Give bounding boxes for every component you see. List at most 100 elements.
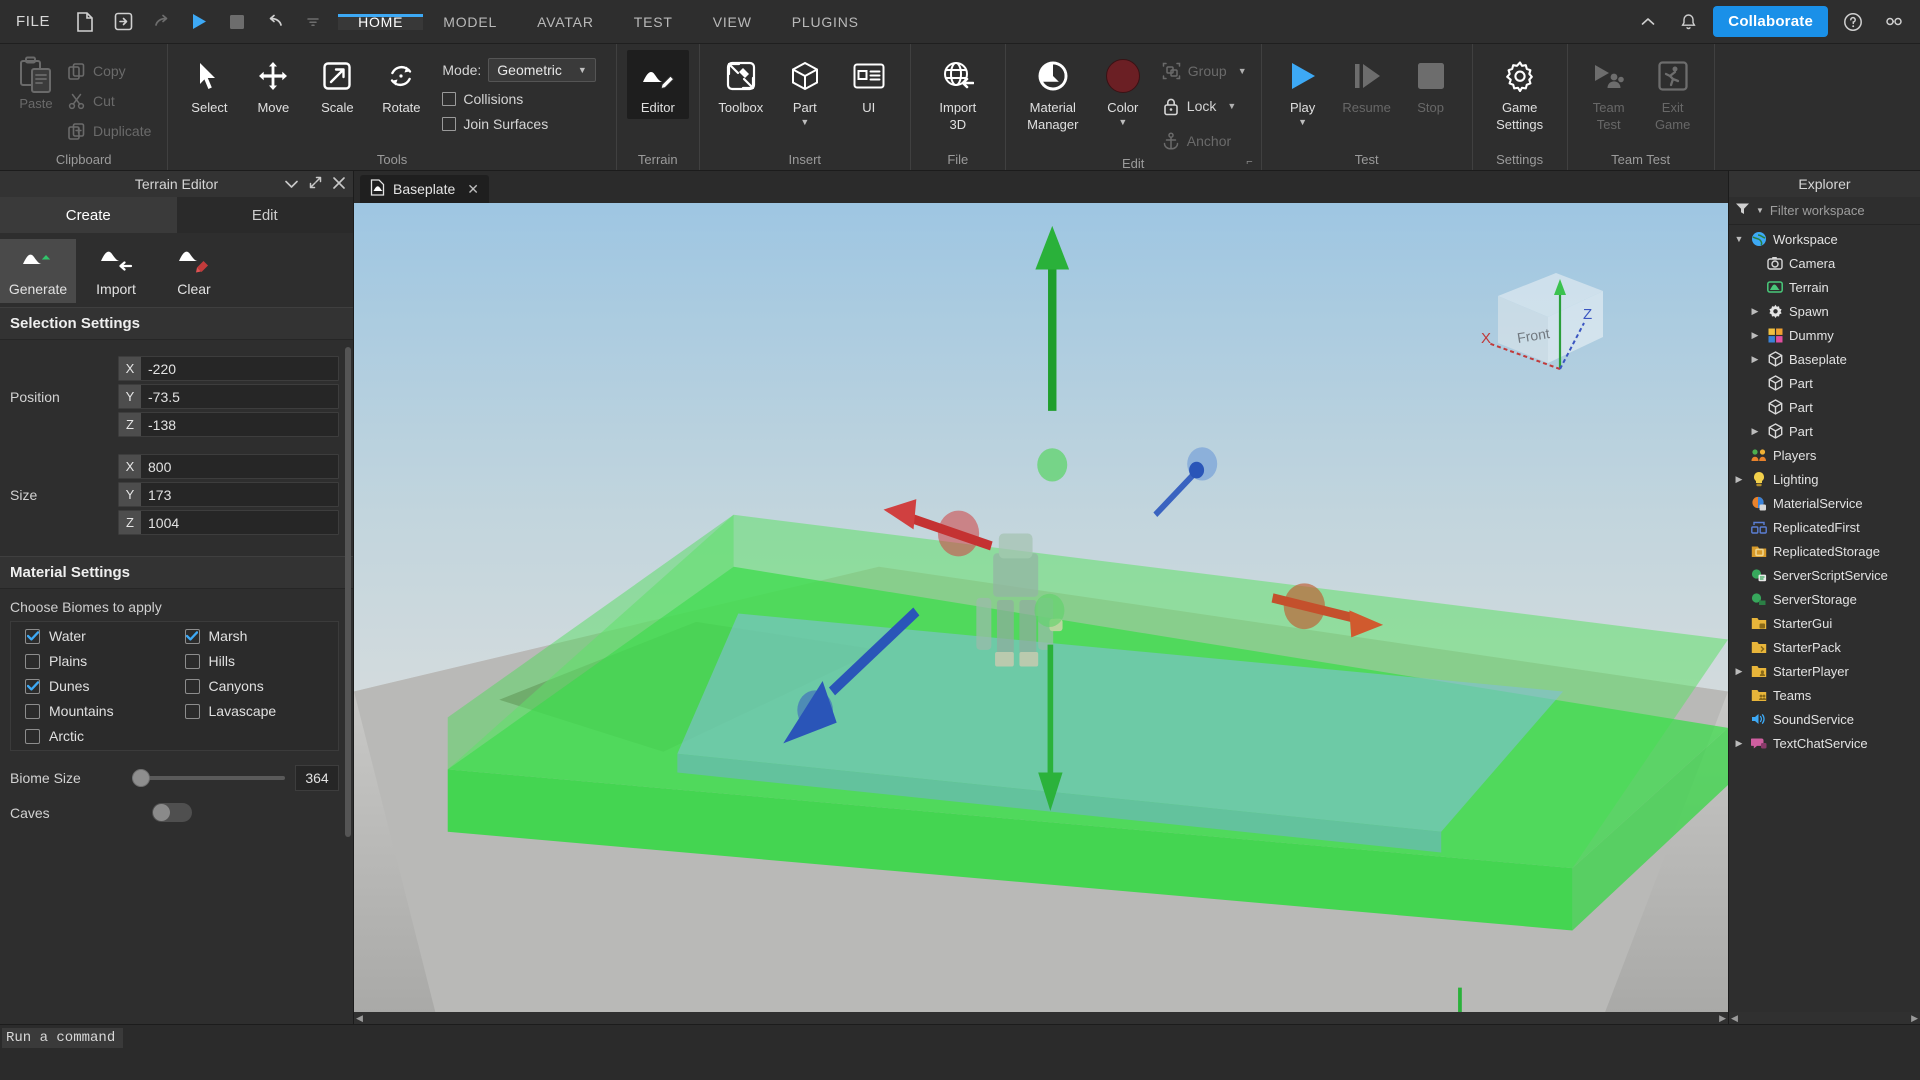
paste-button[interactable]: Paste: [10, 50, 62, 146]
biome-checkbox-plains[interactable]: [25, 653, 40, 669]
generate-button[interactable]: Generate: [0, 239, 76, 303]
ribbon-tab-model[interactable]: MODEL: [423, 14, 517, 30]
join-surfaces-checkbox[interactable]: [442, 117, 457, 131]
filter-icon[interactable]: [1735, 202, 1750, 220]
explorer-horizontal-scrollbar[interactable]: ◀ ▶: [1729, 1012, 1920, 1024]
biome-checkbox-dunes[interactable]: [25, 678, 40, 694]
anchor-button[interactable]: Anchor: [1162, 128, 1247, 154]
explorer-tree-item[interactable]: ▶ Part: [1729, 419, 1920, 443]
game-settings-button[interactable]: Game Settings: [1483, 50, 1557, 136]
chevron-right-icon[interactable]: ▶: [1749, 354, 1761, 365]
chevron-down-icon[interactable]: ▼: [1733, 234, 1745, 244]
terrain-editor-button[interactable]: Editor: [626, 50, 689, 119]
biome-checkbox-mountains[interactable]: [25, 703, 40, 719]
collaborate-button[interactable]: Collaborate: [1713, 6, 1828, 37]
explorer-tree-item[interactable]: Camera: [1729, 251, 1920, 275]
chevron-down-icon[interactable]: ▼: [1238, 66, 1247, 76]
viewport-tab-baseplate[interactable]: Baseplate ✕: [360, 175, 490, 203]
explorer-tree-item[interactable]: ServerStorage: [1729, 587, 1920, 611]
play-button[interactable]: Play ▼: [1272, 50, 1334, 130]
lock-button[interactable]: Lock ▼: [1162, 93, 1247, 119]
chevron-down-icon[interactable]: ▼: [1298, 118, 1307, 127]
scroll-right-arrow-icon[interactable]: ▶: [1911, 1013, 1918, 1024]
chevron-right-icon[interactable]: ▶: [1749, 306, 1761, 317]
undo-icon[interactable]: [256, 0, 294, 44]
biome-checkbox-marsh[interactable]: [184, 628, 200, 644]
chevron-right-icon[interactable]: ▶: [1733, 474, 1745, 485]
biome-item-lavascape[interactable]: Lavascape: [175, 703, 335, 719]
move-tool-button[interactable]: Move: [242, 50, 304, 119]
explorer-tree-item[interactable]: Terrain: [1729, 275, 1920, 299]
biome-item-arctic[interactable]: Arctic: [15, 728, 175, 744]
caves-toggle[interactable]: [152, 803, 192, 822]
biome-item-canyons[interactable]: Canyons: [175, 678, 335, 694]
ribbon-tab-view[interactable]: VIEW: [693, 14, 772, 30]
explorer-tree-item[interactable]: MaterialService: [1729, 491, 1920, 515]
part-button[interactable]: Part ▼: [774, 50, 836, 130]
select-tool-button[interactable]: Select: [178, 50, 240, 119]
stop-icon[interactable]: [218, 0, 256, 44]
rotate-tool-button[interactable]: Rotate: [370, 50, 432, 119]
close-icon[interactable]: [333, 176, 345, 192]
biome-item-plains[interactable]: Plains: [15, 653, 175, 669]
biome-item-hills[interactable]: Hills: [175, 653, 335, 669]
explorer-tree-item[interactable]: StarterPack: [1729, 635, 1920, 659]
chevron-right-icon[interactable]: ▶: [1749, 426, 1761, 437]
mode-select[interactable]: Geometric ▼: [488, 58, 596, 82]
biome-checkbox-canyons[interactable]: [184, 678, 200, 694]
chevron-down-icon[interactable]: ▼: [1118, 118, 1127, 127]
viewport-horizontal-scrollbar[interactable]: ◀ ▶: [354, 1012, 1728, 1024]
clear-button[interactable]: Clear: [156, 239, 232, 303]
biome-checkbox-hills[interactable]: [184, 653, 200, 669]
collisions-checkbox-row[interactable]: Collisions: [442, 91, 595, 107]
collisions-checkbox[interactable]: [442, 92, 457, 106]
size-x-input[interactable]: X 800: [118, 454, 339, 479]
explorer-tree-item[interactable]: SoundService: [1729, 707, 1920, 731]
explorer-tree-item[interactable]: ServerScriptService: [1729, 563, 1920, 587]
size-z-input[interactable]: Z 1004: [118, 510, 339, 535]
scale-tool-button[interactable]: Scale: [306, 50, 368, 119]
biome-size-slider-knob[interactable]: [132, 769, 150, 787]
biome-checkbox-arctic[interactable]: [25, 728, 40, 744]
redo-icon[interactable]: [142, 0, 180, 44]
explorer-tree-item[interactable]: ▶ StarterPlayer: [1729, 659, 1920, 683]
ribbon-tab-test[interactable]: TEST: [614, 14, 693, 30]
color-button[interactable]: Color ▼: [1092, 50, 1154, 130]
settings-gear-icon[interactable]: [1878, 7, 1908, 37]
tab-create[interactable]: Create: [0, 197, 177, 233]
edit-group-expander-icon[interactable]: ⌐: [1246, 152, 1252, 170]
ribbon-tab-plugins[interactable]: PLUGINS: [772, 14, 879, 30]
chevron-down-icon[interactable]: ▼: [800, 118, 809, 127]
biome-item-marsh[interactable]: Marsh: [175, 628, 335, 644]
terrain-editor-scroll-area[interactable]: Selection Settings Position X -220 Y -73…: [0, 307, 353, 1024]
explorer-filter-input[interactable]: Filter workspace: [1770, 203, 1865, 218]
explorer-tree-item[interactable]: ▶ Lighting: [1729, 467, 1920, 491]
chevron-down-icon[interactable]: [285, 176, 298, 192]
explorer-tree-item[interactable]: ▼ Workspace: [1729, 227, 1920, 251]
explorer-filter-bar[interactable]: ▼ Filter workspace: [1729, 197, 1920, 225]
explorer-tree-item[interactable]: Part: [1729, 395, 1920, 419]
command-bar-input[interactable]: Run a command: [2, 1027, 124, 1048]
chevron-right-icon[interactable]: ▶: [1733, 666, 1745, 677]
terrain-panel-scrollbar[interactable]: [345, 347, 351, 837]
toolbox-button[interactable]: Toolbox: [710, 50, 772, 119]
play-icon[interactable]: [180, 0, 218, 44]
explorer-tree-item[interactable]: ReplicatedStorage: [1729, 539, 1920, 563]
group-button[interactable]: Group ▼: [1162, 58, 1247, 84]
biome-item-mountains[interactable]: Mountains: [15, 703, 175, 719]
biome-item-water[interactable]: Water: [15, 628, 175, 644]
chevron-down-icon[interactable]: [294, 0, 332, 44]
position-y-input[interactable]: Y -73.5: [118, 384, 339, 409]
chevron-down-icon[interactable]: ▼: [1227, 101, 1236, 111]
import-3d-button[interactable]: Import 3D: [921, 50, 995, 136]
position-x-input[interactable]: X -220: [118, 356, 339, 381]
import-button[interactable]: Import: [78, 239, 154, 303]
tab-edit[interactable]: Edit: [176, 197, 353, 233]
biome-size-value-input[interactable]: 364: [295, 765, 339, 791]
explorer-tree-item[interactable]: StarterGui: [1729, 611, 1920, 635]
duplicate-button[interactable]: Duplicate: [62, 116, 157, 146]
copy-button[interactable]: Copy: [62, 56, 157, 86]
explorer-tree-item[interactable]: ▶ TextChatService: [1729, 731, 1920, 755]
help-icon[interactable]: [1838, 7, 1868, 37]
biome-checkbox-water[interactable]: [25, 628, 40, 644]
